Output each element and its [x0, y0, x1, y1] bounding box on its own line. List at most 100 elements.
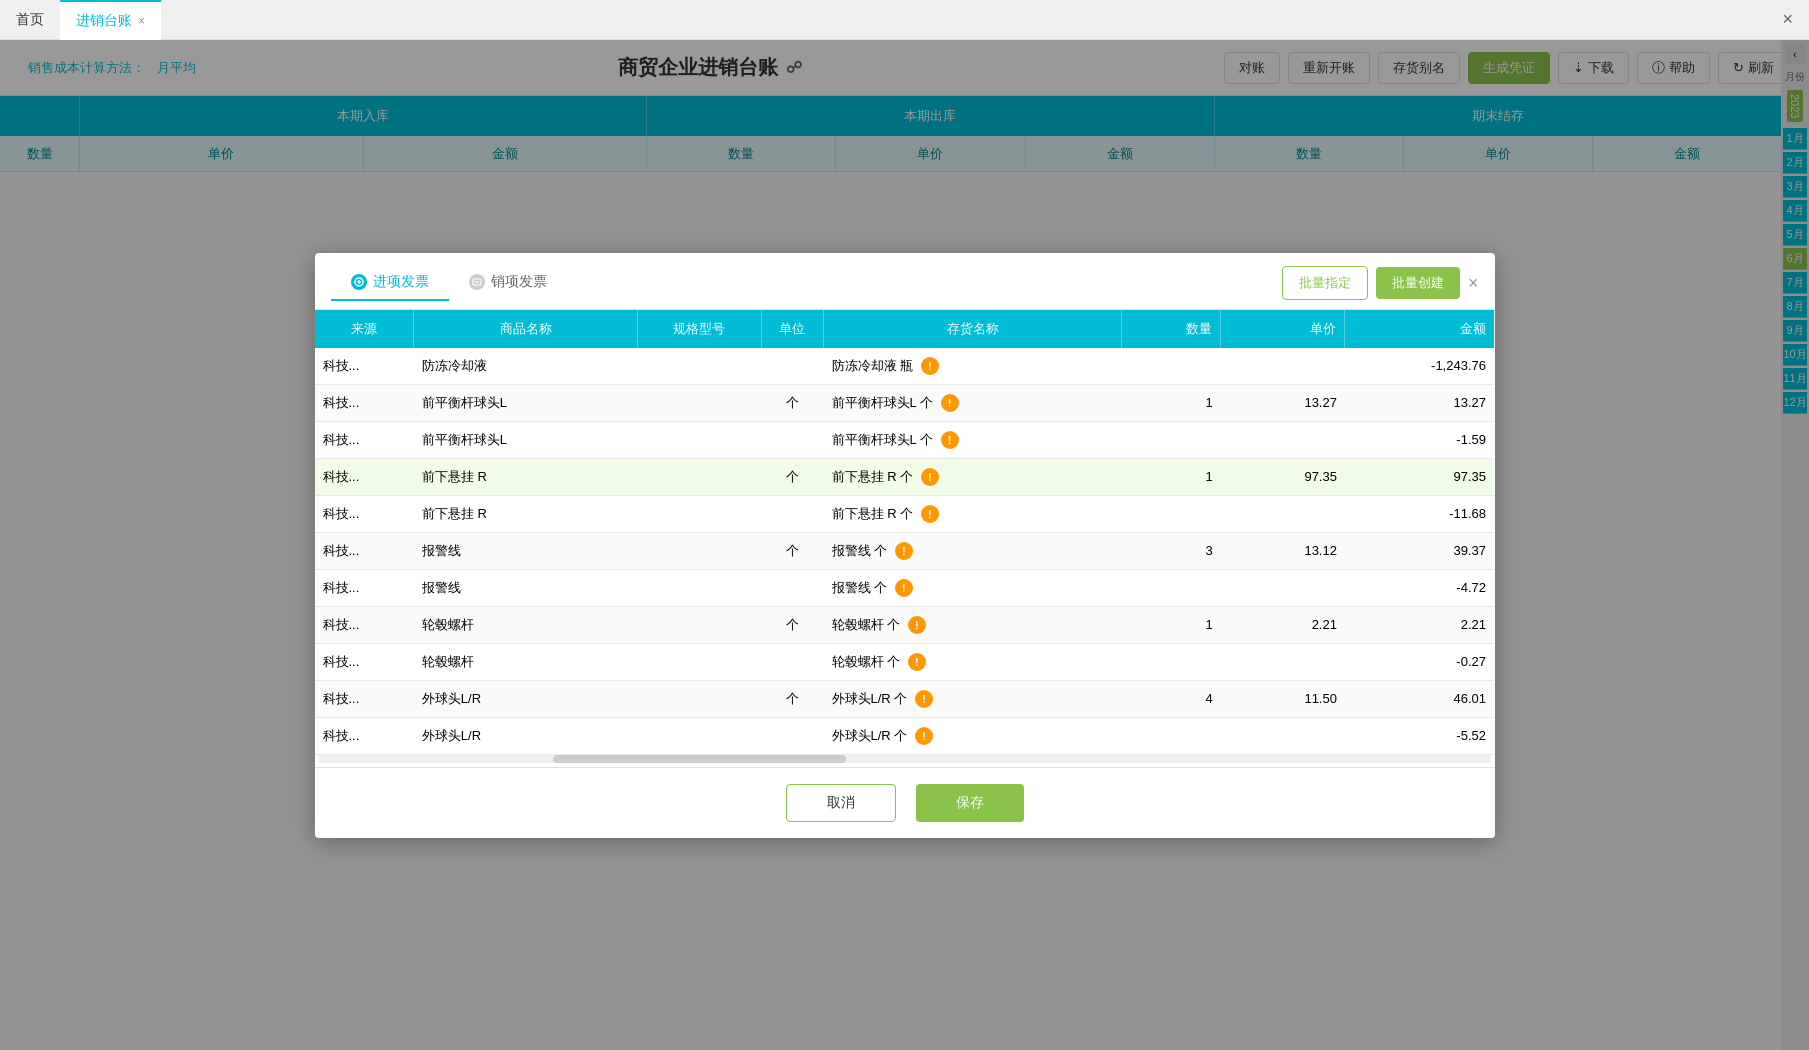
- batch-create-button[interactable]: 批量创建: [1376, 267, 1460, 299]
- warning-icon: !: [941, 394, 959, 412]
- cell-qty: [1121, 569, 1220, 606]
- tab-home-label: 首页: [16, 11, 44, 29]
- cell-amount: 39.37: [1345, 532, 1494, 569]
- cell-unit-price: 11.50: [1221, 680, 1345, 717]
- modal-close-button[interactable]: ×: [1468, 274, 1479, 292]
- tab-home[interactable]: 首页: [0, 0, 60, 40]
- outgoing-tab-label: 销项发票: [491, 273, 547, 291]
- cell-product: 前下悬挂 R: [414, 458, 637, 495]
- cell-amount: 13.27: [1345, 384, 1494, 421]
- cell-source: 科技...: [315, 643, 414, 680]
- table-row[interactable]: 科技... 轮毂螺杆 轮毂螺杆 个 ! -0.27: [315, 643, 1495, 680]
- cell-qty: [1121, 643, 1220, 680]
- cell-amount: -0.27: [1345, 643, 1494, 680]
- col-source: 来源: [315, 310, 414, 348]
- warning-icon: !: [895, 579, 913, 597]
- modal-scrollbar-thumb[interactable]: [553, 755, 846, 763]
- col-unit: 单位: [761, 310, 823, 348]
- cell-product: 外球头L/R: [414, 717, 637, 754]
- cell-inv-name: 外球头L/R 个 !: [824, 680, 1122, 717]
- cell-source: 科技...: [315, 680, 414, 717]
- cell-amount: 46.01: [1345, 680, 1494, 717]
- cell-spec: [637, 532, 761, 569]
- warning-icon: !: [915, 727, 933, 745]
- tab-outgoing-invoice[interactable]: 销项发票: [449, 265, 567, 301]
- cell-amount: -1.59: [1345, 421, 1494, 458]
- cell-unit: [761, 495, 823, 532]
- cell-amount: -1,243.76: [1345, 348, 1494, 385]
- tab-inventory-close[interactable]: ×: [138, 14, 145, 28]
- table-row[interactable]: 科技... 外球头L/R 个 外球头L/R 个 ! 4 11.50 46.01: [315, 680, 1495, 717]
- cell-spec: [637, 680, 761, 717]
- cell-qty: [1121, 495, 1220, 532]
- cell-amount: -11.68: [1345, 495, 1494, 532]
- cell-qty: [1121, 717, 1220, 754]
- table-row[interactable]: 科技... 报警线 个 报警线 个 ! 3 13.12 39.37: [315, 532, 1495, 569]
- invoice-table: 来源 商品名称 规格型号 单位 存货名称 数量 单价 金额 科技... 防冻冷却…: [315, 310, 1495, 755]
- cell-unit-price: 13.12: [1221, 532, 1345, 569]
- cell-inv-name: 外球头L/R 个 !: [824, 717, 1122, 754]
- cell-amount: -5.52: [1345, 717, 1494, 754]
- table-row[interactable]: 科技... 前下悬挂 R 前下悬挂 R 个 ! -11.68: [315, 495, 1495, 532]
- cell-spec: [637, 606, 761, 643]
- modal-tabs: 进项发票 销项发票: [331, 265, 567, 301]
- cell-unit: [761, 717, 823, 754]
- cell-spec: [637, 384, 761, 421]
- cell-unit-price: 97.35: [1221, 458, 1345, 495]
- col-inv-name: 存货名称: [824, 310, 1122, 348]
- warning-icon: !: [941, 431, 959, 449]
- cell-qty: 4: [1121, 680, 1220, 717]
- modal-scrollbar[interactable]: [319, 755, 1491, 763]
- cell-source: 科技...: [315, 569, 414, 606]
- cell-amount: -4.72: [1345, 569, 1494, 606]
- table-row[interactable]: 科技... 前下悬挂 R 个 前下悬挂 R 个 ! 1 97.35 97.35: [315, 458, 1495, 495]
- cell-inv-name: 轮毂螺杆 个 !: [824, 606, 1122, 643]
- modal-overlay: 进项发票 销项发票 批量指定 批量创建 ×: [0, 40, 1809, 1050]
- cell-spec: [637, 643, 761, 680]
- cell-inv-name: 防冻冷却液 瓶 !: [824, 348, 1122, 385]
- table-row[interactable]: 科技... 前平衡杆球头L 个 前平衡杆球头L 个 ! 1 13.27 13.2…: [315, 384, 1495, 421]
- cell-inv-name: 报警线 个 !: [824, 532, 1122, 569]
- cell-inv-name: 前下悬挂 R 个 !: [824, 458, 1122, 495]
- cell-source: 科技...: [315, 384, 414, 421]
- cell-unit-price: [1221, 643, 1345, 680]
- cell-spec: [637, 348, 761, 385]
- table-row[interactable]: 科技... 防冻冷却液 防冻冷却液 瓶 ! -1,243.76: [315, 348, 1495, 385]
- cell-amount: 2.21: [1345, 606, 1494, 643]
- cell-unit: [761, 421, 823, 458]
- cell-qty: [1121, 421, 1220, 458]
- table-row[interactable]: 科技... 报警线 报警线 个 ! -4.72: [315, 569, 1495, 606]
- col-product: 商品名称: [414, 310, 637, 348]
- cell-source: 科技...: [315, 606, 414, 643]
- cell-unit: 个: [761, 680, 823, 717]
- col-spec: 规格型号: [637, 310, 761, 348]
- cell-source: 科技...: [315, 532, 414, 569]
- modal-table[interactable]: 来源 商品名称 规格型号 单位 存货名称 数量 单价 金额 科技... 防冻冷却…: [315, 310, 1495, 755]
- warning-icon: !: [915, 690, 933, 708]
- cell-source: 科技...: [315, 458, 414, 495]
- table-row[interactable]: 科技... 前平衡杆球头L 前平衡杆球头L 个 ! -1.59: [315, 421, 1495, 458]
- cell-source: 科技...: [315, 495, 414, 532]
- cell-inv-name: 轮毂螺杆 个 !: [824, 643, 1122, 680]
- cell-unit: 个: [761, 384, 823, 421]
- cell-source: 科技...: [315, 421, 414, 458]
- tab-inventory[interactable]: 进销台账 ×: [60, 0, 161, 40]
- tab-inventory-label: 进销台账: [76, 12, 132, 30]
- modal-header: 进项发票 销项发票 批量指定 批量创建 ×: [315, 253, 1495, 310]
- save-button[interactable]: 保存: [916, 784, 1024, 822]
- cell-unit: [761, 348, 823, 385]
- warning-icon: !: [921, 468, 939, 486]
- table-row[interactable]: 科技... 外球头L/R 外球头L/R 个 ! -5.52: [315, 717, 1495, 754]
- cell-qty: 1: [1121, 384, 1220, 421]
- cell-unit-price: [1221, 495, 1345, 532]
- cell-unit-price: [1221, 348, 1345, 385]
- cell-product: 前平衡杆球头L: [414, 384, 637, 421]
- table-row[interactable]: 科技... 轮毂螺杆 个 轮毂螺杆 个 ! 1 2.21 2.21: [315, 606, 1495, 643]
- cell-inv-name: 前下悬挂 R 个 !: [824, 495, 1122, 532]
- col-qty: 数量: [1121, 310, 1220, 348]
- cancel-button[interactable]: 取消: [786, 784, 896, 822]
- modal-footer: 取消 保存: [315, 767, 1495, 838]
- batch-assign-button[interactable]: 批量指定: [1282, 266, 1368, 300]
- tab-incoming-invoice[interactable]: 进项发票: [331, 265, 449, 301]
- window-close-button[interactable]: ×: [1782, 9, 1793, 30]
